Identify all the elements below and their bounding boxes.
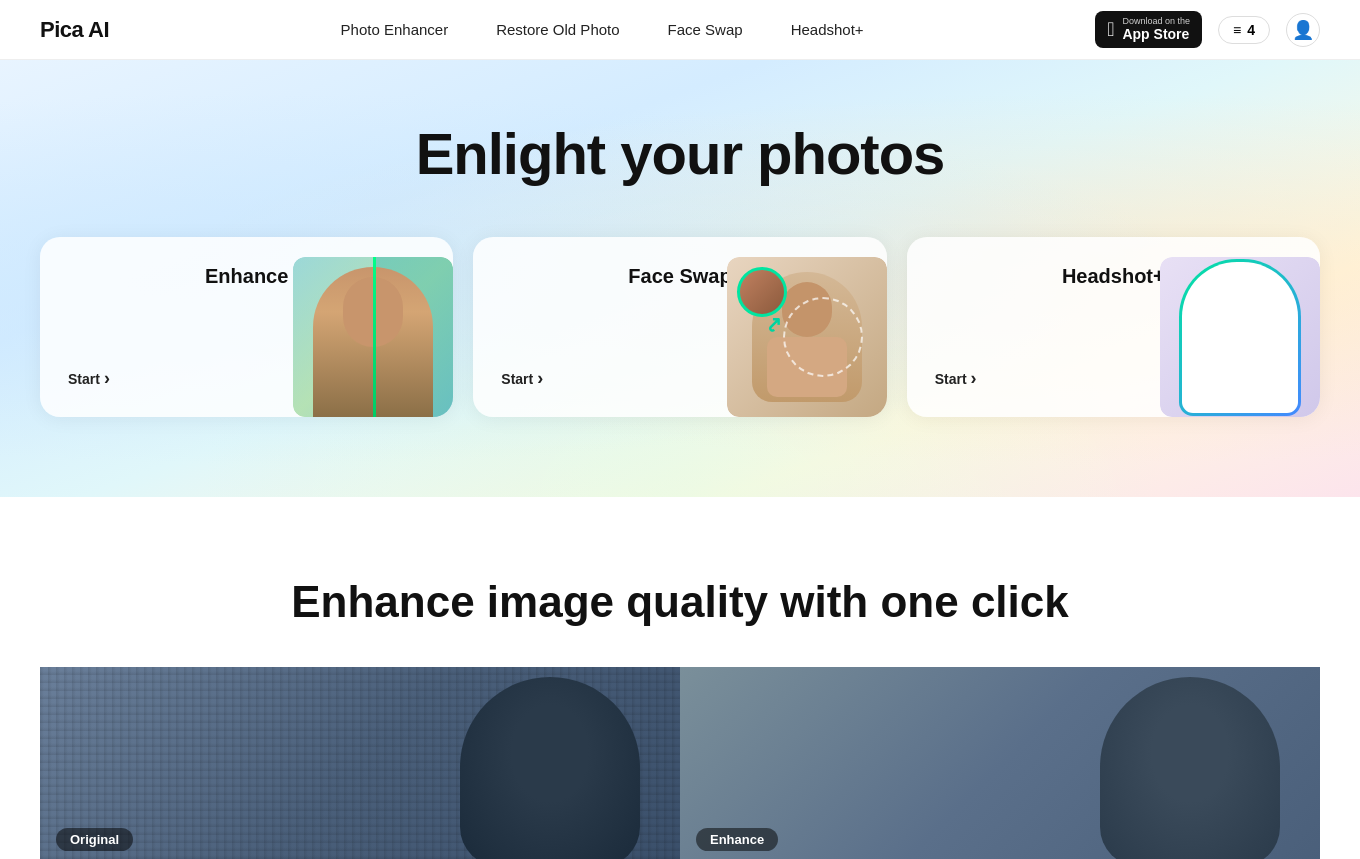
nav-link-headshot-plus[interactable]: Headshot+ [791,21,864,38]
enhanced-half: Enhance [680,667,1320,859]
enhanced-head-silhouette [1100,677,1280,859]
credits-button[interactable]: ≡ 4 [1218,16,1270,44]
original-half: Original [40,667,680,859]
enhance-preview [293,257,453,417]
enhance-card[interactable]: Enhance Start [40,237,453,417]
nav-links: Photo Enhancer Restore Old Photo Face Sw… [341,21,864,38]
nav-link-photo-enhancer[interactable]: Photo Enhancer [341,21,449,38]
navigation: Pica AI Photo Enhancer Restore Old Photo… [0,0,1360,60]
hero-section: Enlight your photos Enhance Start Face S… [0,60,1360,497]
download-on-label: Download on the [1122,17,1190,27]
face-swap-card-image: ↩ [727,257,887,417]
logo[interactable]: Pica AI [40,17,109,43]
headshot-preview [1160,257,1320,417]
headshot-gradient-border [1179,259,1301,416]
headshot-card-image [1160,257,1320,417]
enhance-section: Enhance image quality with one click Ori… [0,497,1360,859]
original-head-silhouette [460,677,640,859]
original-label: Original [56,828,133,851]
headshot-card[interactable]: Headshot+ Start [907,237,1320,417]
apple-icon:  [1107,18,1114,41]
enhance-divider-line [373,257,376,417]
face-swap-start-button[interactable]: Start [501,368,543,389]
enhance-start-button[interactable]: Start [68,368,110,389]
faceswap-source-face [737,267,787,317]
user-icon: 👤 [1292,19,1314,41]
headshot-person-container [1185,265,1295,410]
compare-row: Original Enhance [40,667,1320,859]
face-swap-preview: ↩ [727,257,887,417]
enhanced-label: Enhance [696,828,778,851]
headshot-start-button[interactable]: Start [935,368,977,389]
credits-count: 4 [1247,22,1255,38]
faceswap-target-circle [783,297,863,377]
user-account-button[interactable]: 👤 [1286,13,1320,47]
enhance-card-image [293,257,453,417]
face-swap-card[interactable]: Face Swap Start ↩ [473,237,886,417]
hero-title: Enlight your photos [40,120,1320,187]
store-text: Download on the App Store [1122,17,1190,42]
app-store-label: App Store [1122,27,1190,42]
nav-link-restore-old-photo[interactable]: Restore Old Photo [496,21,619,38]
feature-cards: Enhance Start Face Swap Start [40,237,1320,417]
nav-right:  Download on the App Store ≡ 4 👤 [1095,11,1320,48]
enhance-section-title: Enhance image quality with one click [40,577,1320,627]
app-store-button[interactable]:  Download on the App Store [1095,11,1202,48]
credits-icon: ≡ [1233,22,1241,38]
nav-link-face-swap[interactable]: Face Swap [668,21,743,38]
